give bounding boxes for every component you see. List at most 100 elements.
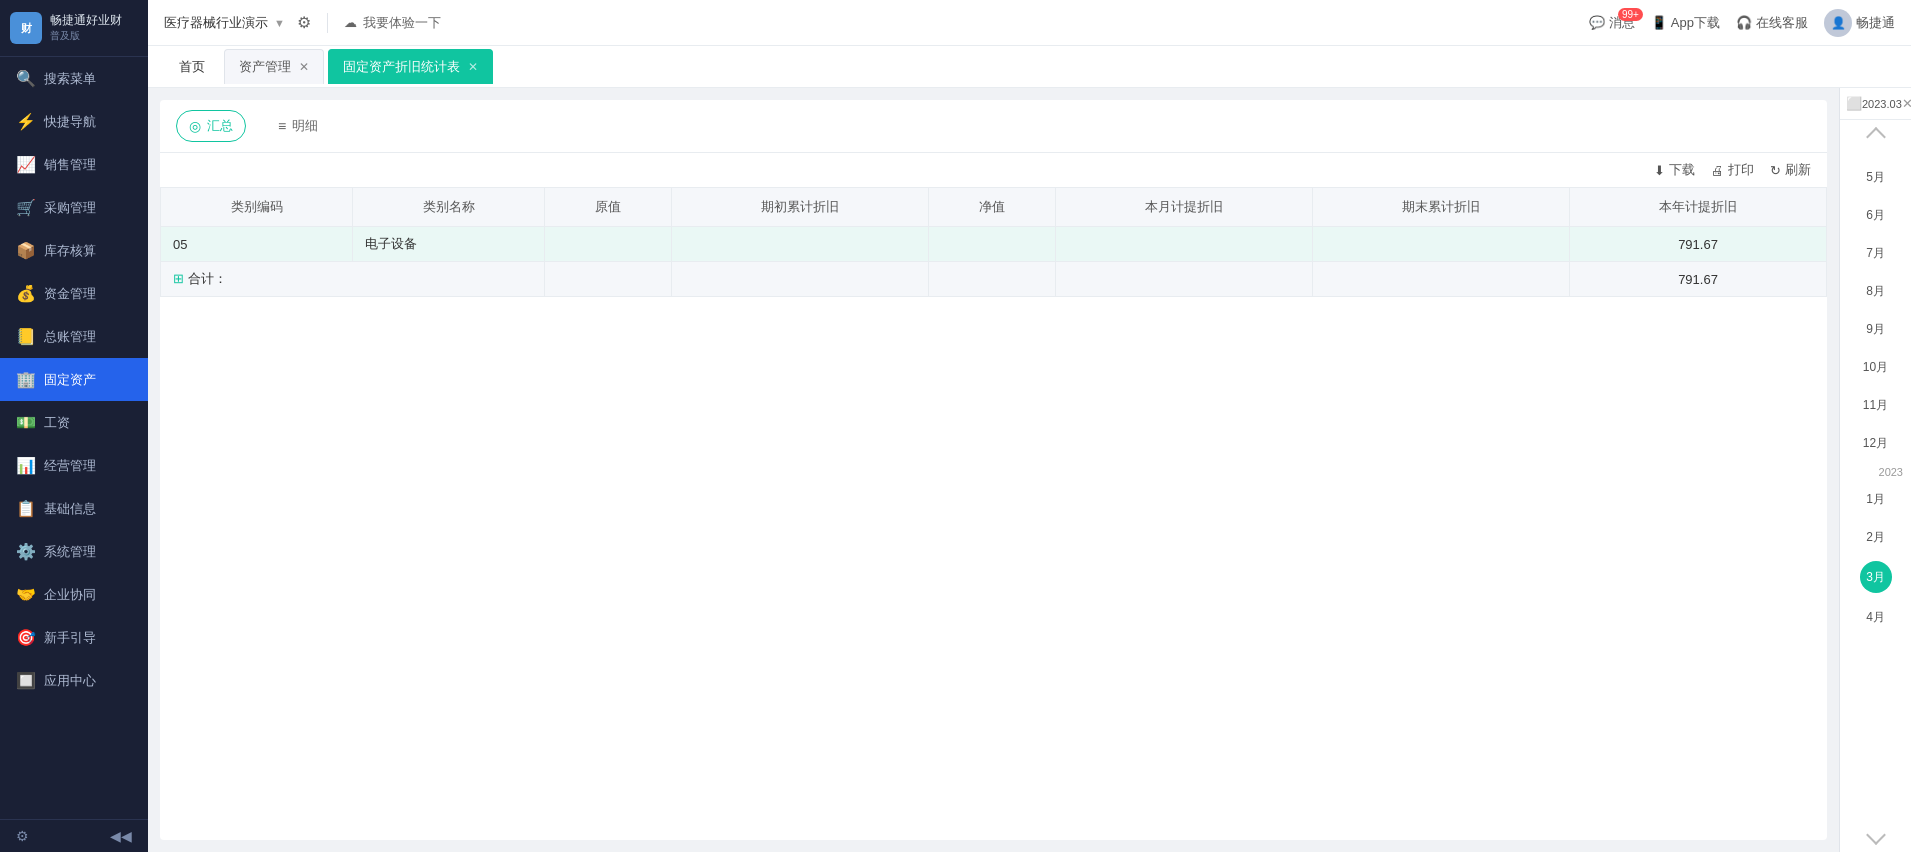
user-profile[interactable]: 👤 畅捷通 (1824, 9, 1895, 37)
sidebar-icon-search: 🔍 (16, 69, 34, 88)
company-selector[interactable]: 医疗器械行业演示 ▼ (164, 14, 285, 32)
sidebar-item-system[interactable]: ⚙️ 系统管理 (0, 530, 148, 573)
date-panel-body: 5月6月 7月 8月 9月 10月11月12月20231月2月3月4月 (1840, 154, 1911, 818)
table-cell (929, 227, 1056, 262)
date-month-item[interactable]: 4月 (1840, 598, 1911, 636)
tab-label-depreciation: 固定资产折旧统计表 (343, 58, 460, 76)
total-cell (672, 262, 929, 297)
sidebar-item-finance[interactable]: 💰 资金管理 (0, 272, 148, 315)
date-month-item[interactable]: 6月 (1840, 196, 1911, 234)
topbar-settings-icon[interactable]: ⚙ (297, 13, 311, 32)
company-arrow-icon: ▼ (274, 17, 285, 29)
table-header-col: 净值 (929, 188, 1056, 227)
content-area: ◎汇总 ≡明细 ⬇ 下载 🖨 打印 ↻ 刷新 类别编码类别名称原值期初累计折旧净值… (160, 100, 1827, 840)
month-inner: 7月 (1860, 239, 1892, 267)
sidebar-icon-collab: 🤝 (16, 585, 34, 604)
date-month-item[interactable]: 7月 (1840, 234, 1911, 272)
sub-tab-detail[interactable]: ≡明细 (266, 111, 330, 141)
date-month-item[interactable]: 11月 (1840, 386, 1911, 424)
date-month-item[interactable]: 9月 (1840, 310, 1911, 348)
sub-tab-label-detail: 明细 (292, 117, 318, 135)
sidebar-logo: 财 畅捷通好业财 普及版 (0, 0, 148, 57)
table-cell (545, 227, 672, 262)
sidebar-item-assets[interactable]: 🏢 固定资产 (0, 358, 148, 401)
sidebar-icon-ledger: 📒 (16, 327, 34, 346)
table-wrapper: 类别编码类别名称原值期初累计折旧净值本月计提折旧期末累计折旧本年计提折旧 05电… (160, 187, 1827, 840)
headset-icon: 🎧 (1736, 15, 1752, 30)
sidebar-icon-inventory: 📦 (16, 241, 34, 260)
customer-service-button[interactable]: 🎧 在线客服 (1736, 14, 1808, 32)
date-month-item[interactable]: 5月 (1840, 158, 1911, 196)
total-cell (1313, 262, 1570, 297)
sidebar-label-ops: 经营管理 (44, 457, 96, 475)
sidebar-item-inventory[interactable]: 📦 库存核算 (0, 229, 148, 272)
sidebar-item-purchase[interactable]: 🛒 采购管理 (0, 186, 148, 229)
sidebar-icon-apps: 🔲 (16, 671, 34, 690)
sidebar-item-ops[interactable]: 📊 经营管理 (0, 444, 148, 487)
table-row: 05电子设备791.67 (161, 227, 1827, 262)
table-header-col: 本月计提折旧 (1056, 188, 1313, 227)
tab-label-asset_mgmt: 资产管理 (239, 58, 291, 76)
tabs-bar: 首页 资产管理 ✕ 固定资产折旧统计表 ✕ (148, 46, 1911, 88)
phone-icon: 📱 (1651, 15, 1667, 30)
avatar: 👤 (1824, 9, 1852, 37)
date-panel-expand-icon[interactable]: ⬜ (1846, 96, 1862, 111)
sidebar-label-ledger: 总账管理 (44, 328, 96, 346)
message-button[interactable]: 💬 消息 99+ (1589, 14, 1635, 32)
total-cell: 791.67 (1570, 262, 1827, 297)
table-header-col: 原值 (545, 188, 672, 227)
print-label: 打印 (1728, 161, 1754, 179)
date-month-item[interactable]: 12月 (1840, 424, 1911, 462)
sub-tab-summary[interactable]: ◎汇总 (176, 110, 246, 142)
sidebar-label-quicknav: 快捷导航 (44, 113, 96, 131)
sidebar-item-ledger[interactable]: 📒 总账管理 (0, 315, 148, 358)
sidebar-label-system: 系统管理 (44, 543, 96, 561)
sidebar-item-apps[interactable]: 🔲 应用中心 (0, 659, 148, 702)
sidebar-item-sales[interactable]: 📈 销售管理 (0, 143, 148, 186)
sidebar-label-finance: 资金管理 (44, 285, 96, 303)
sidebar-label-purchase: 采购管理 (44, 199, 96, 217)
table-header-col: 类别名称 (353, 188, 545, 227)
print-button[interactable]: 🖨 打印 (1711, 161, 1754, 179)
download-button[interactable]: ⬇ 下载 (1654, 161, 1695, 179)
sidebar-label-search: 搜索菜单 (44, 70, 96, 88)
sidebar-icon-ops: 📊 (16, 456, 34, 475)
tab-close-depreciation[interactable]: ✕ (468, 60, 478, 74)
sidebar-item-basic[interactable]: 📋 基础信息 (0, 487, 148, 530)
sidebar-item-guide[interactable]: 🎯 新手引导 (0, 616, 148, 659)
tab-asset_mgmt[interactable]: 资产管理 ✕ (224, 49, 324, 84)
sidebar-item-payroll[interactable]: 💵 工资 (0, 401, 148, 444)
collapse-icon[interactable]: ◀◀ (110, 828, 132, 844)
tab-depreciation[interactable]: 固定资产折旧统计表 ✕ (328, 49, 493, 84)
sidebar-bottom: ⚙ ◀◀ (0, 819, 148, 852)
experience-label: 我要体验一下 (363, 14, 441, 32)
date-month-item[interactable]: 8月 (1840, 272, 1911, 310)
app-download-button[interactable]: 📱 App下载 (1651, 14, 1720, 32)
total-label: ⊞ 合计： (161, 262, 545, 297)
refresh-button[interactable]: ↻ 刷新 (1770, 161, 1811, 179)
date-month-item[interactable]: 1月 (1840, 480, 1911, 518)
date-month-item[interactable]: 3月 (1840, 556, 1911, 598)
settings-icon[interactable]: ⚙ (16, 828, 29, 844)
sidebar-label-basic: 基础信息 (44, 500, 96, 518)
table-cell (1056, 227, 1313, 262)
sidebar-label-collab: 企业协同 (44, 586, 96, 604)
tab-home[interactable]: 首页 (164, 49, 220, 84)
refresh-icon: ↻ (1770, 163, 1781, 178)
experience-button[interactable]: ☁ 我要体验一下 (344, 14, 441, 32)
sidebar-icon-sales: 📈 (16, 155, 34, 174)
month-inner: 9月 (1860, 315, 1892, 343)
company-name: 医疗器械行业演示 (164, 14, 268, 32)
sidebar-item-search[interactable]: 🔍 搜索菜单 (0, 57, 148, 100)
table-cell (1313, 227, 1570, 262)
scroll-up-arrow[interactable] (1840, 120, 1911, 154)
tab-close-asset_mgmt[interactable]: ✕ (299, 60, 309, 74)
sidebar-item-collab[interactable]: 🤝 企业协同 (0, 573, 148, 616)
sidebar-icon-finance: 💰 (16, 284, 34, 303)
date-panel-close-icon[interactable]: ✕ (1902, 96, 1911, 111)
year-label: 2023 (1840, 462, 1911, 480)
date-month-item[interactable]: 2月 (1840, 518, 1911, 556)
date-month-item[interactable]: 10月 (1840, 348, 1911, 386)
sidebar-item-quicknav[interactable]: ⚡ 快捷导航 (0, 100, 148, 143)
scroll-down-arrow[interactable] (1840, 818, 1911, 852)
